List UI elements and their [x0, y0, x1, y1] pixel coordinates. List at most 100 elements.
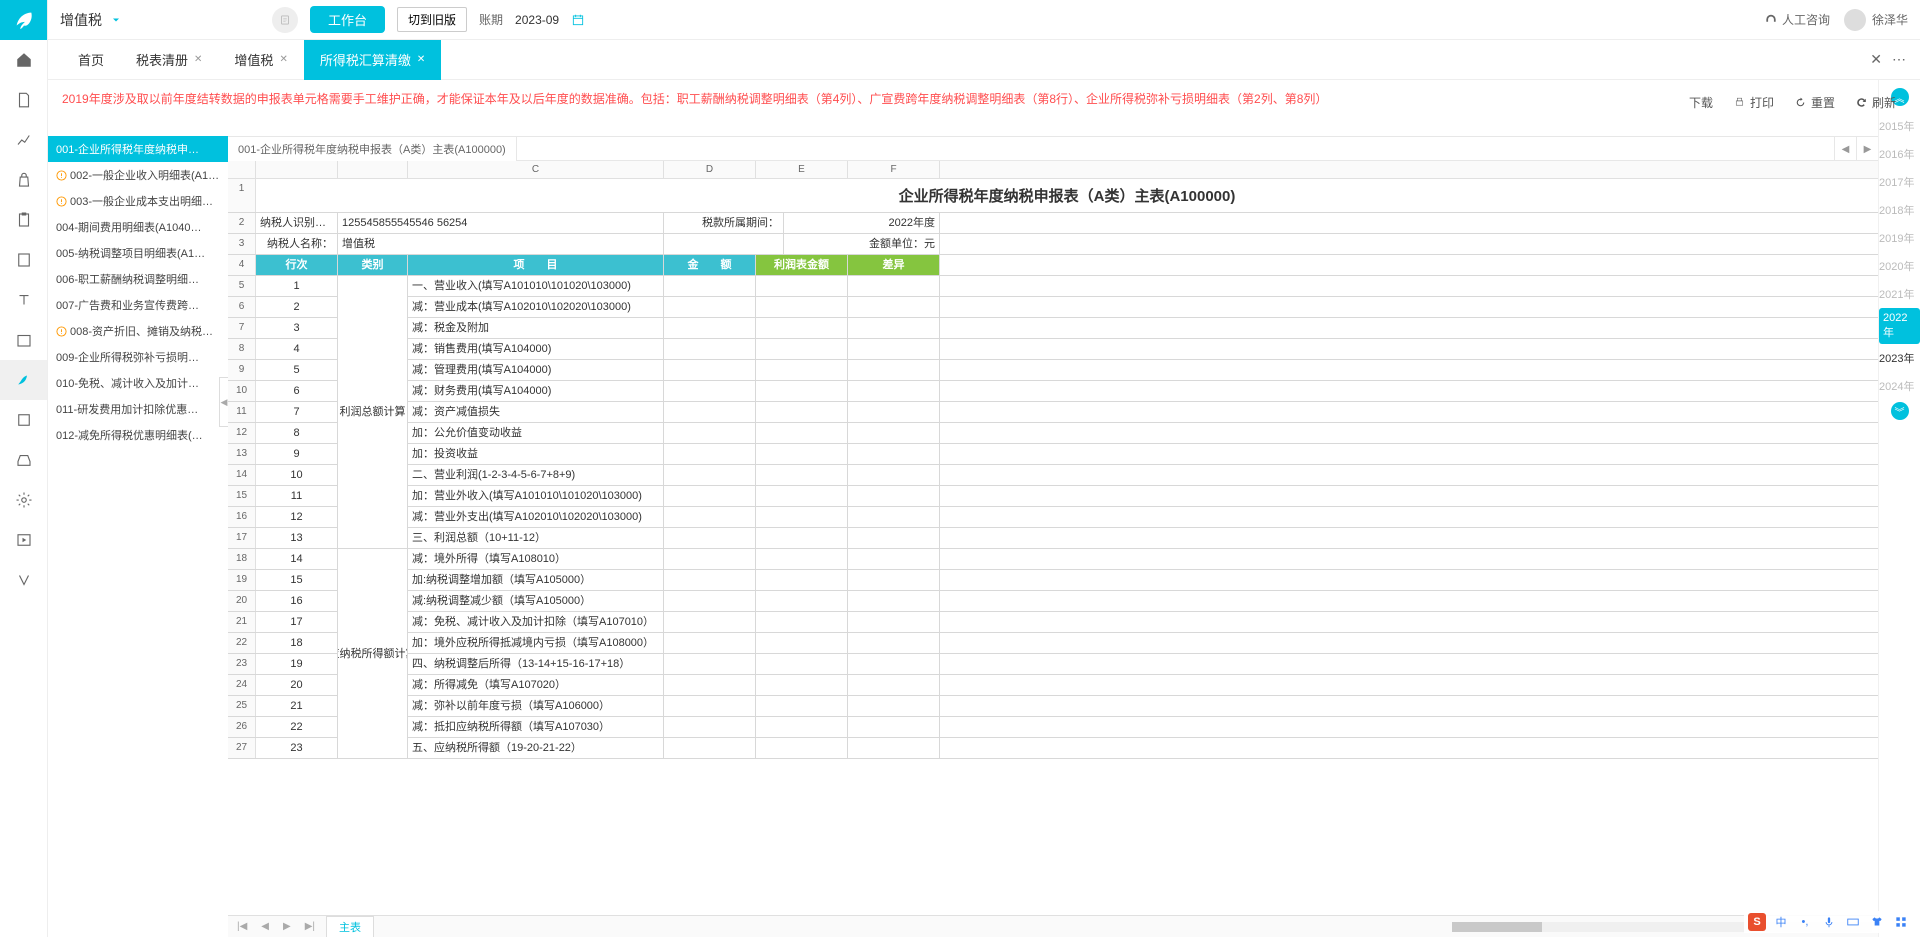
sheet-tab[interactable]: 001-企业所得税年度纳税申报表（A类）主表(A100000) [228, 137, 517, 161]
form-list-item[interactable]: 012-减免所得税优惠明细表(… [48, 422, 228, 448]
page-tab[interactable]: 增值税✕ [218, 40, 303, 80]
refresh-button[interactable]: 刷新 [1855, 94, 1896, 111]
year-item[interactable]: 2023年 [1879, 344, 1920, 372]
amount-cell[interactable] [664, 318, 756, 338]
year-item[interactable]: 2022年 [1879, 308, 1920, 344]
workbench-button[interactable]: 工作台 [310, 6, 385, 33]
amount-cell[interactable] [664, 297, 756, 317]
download-button[interactable]: 下载 [1672, 94, 1713, 111]
amount-cell[interactable] [664, 654, 756, 674]
plamount-cell[interactable] [756, 297, 848, 317]
plamount-cell[interactable] [756, 486, 848, 506]
page-tab[interactable]: 所得税汇算清缴✕ [304, 40, 441, 80]
amount-cell[interactable] [664, 675, 756, 695]
ime-punct-icon[interactable]: •, [1796, 913, 1814, 931]
amount-cell[interactable] [664, 612, 756, 632]
form-list-item[interactable]: 007-广告费和业务宣传费跨… [48, 292, 228, 318]
diff-cell[interactable] [848, 549, 940, 569]
consult-link[interactable]: 人工咨询 [1764, 11, 1830, 28]
plamount-cell[interactable] [756, 381, 848, 401]
amount-cell[interactable] [664, 570, 756, 590]
sheet-nav-next[interactable]: ▶ [280, 921, 294, 932]
amount-cell[interactable] [664, 276, 756, 296]
nav-t-icon[interactable] [0, 280, 47, 320]
amount-cell[interactable] [664, 696, 756, 716]
year-item[interactable]: 2020年 [1879, 252, 1920, 280]
year-item[interactable]: 2019年 [1879, 224, 1920, 252]
tab-close-icon[interactable]: ✕ [417, 54, 425, 65]
plamount-cell[interactable] [756, 549, 848, 569]
plamount-cell[interactable] [756, 444, 848, 464]
nav-bag-icon[interactable] [0, 160, 47, 200]
nav-play-icon[interactable] [0, 520, 47, 560]
plamount-cell[interactable] [756, 696, 848, 716]
bottom-sheet-tab[interactable]: 主表 [326, 916, 374, 937]
form-list-item[interactable]: 002-一般企业收入明细表(A1… [48, 162, 228, 188]
year-item[interactable]: 2015年 [1879, 112, 1920, 140]
amount-cell[interactable] [664, 528, 756, 548]
diff-cell[interactable] [848, 570, 940, 590]
form-list-item[interactable]: 006-职工薪酬纳税调整明细… [48, 266, 228, 292]
tab-close-icon[interactable]: ✕ [1870, 51, 1882, 68]
plamount-cell[interactable] [756, 591, 848, 611]
amount-cell[interactable] [664, 423, 756, 443]
page-tab[interactable]: 税表清册✕ [120, 40, 218, 80]
diff-cell[interactable] [848, 528, 940, 548]
year-item[interactable]: 2018年 [1879, 196, 1920, 224]
year-item[interactable]: 2017年 [1879, 168, 1920, 196]
diff-cell[interactable] [848, 318, 940, 338]
diff-cell[interactable] [848, 675, 940, 695]
form-list-item[interactable]: 008-资产折旧、摊销及纳税… [48, 318, 228, 344]
amount-cell[interactable] [664, 717, 756, 737]
amount-cell[interactable] [664, 507, 756, 527]
plamount-cell[interactable] [756, 465, 848, 485]
plamount-cell[interactable] [756, 423, 848, 443]
nav-clipboard-icon[interactable] [0, 200, 47, 240]
diff-cell[interactable] [848, 276, 940, 296]
ime-logo-icon[interactable]: S [1748, 913, 1766, 931]
diff-cell[interactable] [848, 339, 940, 359]
amount-cell[interactable] [664, 444, 756, 464]
diff-cell[interactable] [848, 738, 940, 758]
nav-settings-icon[interactable] [0, 480, 47, 520]
ime-toolbox-icon[interactable] [1892, 913, 1910, 931]
nav-archive-icon[interactable] [0, 400, 47, 440]
tab-close-icon[interactable]: ✕ [194, 54, 202, 65]
plamount-cell[interactable] [756, 633, 848, 653]
form-list-item[interactable]: 010-免税、减计收入及加计… [48, 370, 228, 396]
form-list-item[interactable]: 001-企业所得税年度纳税申… [48, 136, 228, 162]
print-button[interactable]: 打印 [1733, 94, 1774, 111]
diff-cell[interactable] [848, 381, 940, 401]
sheet-tab-prev[interactable]: ◀ [1834, 137, 1856, 161]
diff-cell[interactable] [848, 696, 940, 716]
ime-lang-icon[interactable]: 中 [1772, 913, 1790, 931]
sheet-nav-last[interactable]: ▶| [302, 921, 318, 932]
amount-cell[interactable] [664, 465, 756, 485]
nav-doc-icon[interactable] [0, 80, 47, 120]
diff-cell[interactable] [848, 423, 940, 443]
nav-v-icon[interactable] [0, 560, 47, 600]
amount-cell[interactable] [664, 360, 756, 380]
plamount-cell[interactable] [756, 654, 848, 674]
plamount-cell[interactable] [756, 318, 848, 338]
plamount-cell[interactable] [756, 507, 848, 527]
nav-tax-icon[interactable] [0, 360, 47, 400]
amount-cell[interactable] [664, 738, 756, 758]
calendar-icon[interactable] [571, 13, 585, 27]
form-list-item[interactable]: 011-研发费用加计扣除优惠… [48, 396, 228, 422]
plamount-cell[interactable] [756, 675, 848, 695]
diff-cell[interactable] [848, 444, 940, 464]
sheet-tab-next[interactable]: ▶ [1856, 137, 1878, 161]
switch-old-button[interactable]: 切到旧版 [397, 7, 467, 32]
diff-cell[interactable] [848, 591, 940, 611]
user-menu[interactable]: 徐泽华 [1844, 9, 1908, 31]
page-tab[interactable]: 首页 [62, 40, 120, 80]
plamount-cell[interactable] [756, 528, 848, 548]
app-logo[interactable] [0, 0, 47, 40]
amount-cell[interactable] [664, 633, 756, 653]
diff-cell[interactable] [848, 360, 940, 380]
reset-button[interactable]: 重置 [1794, 94, 1835, 111]
diff-cell[interactable] [848, 654, 940, 674]
plamount-cell[interactable] [756, 570, 848, 590]
tab-close-icon[interactable]: ✕ [279, 54, 287, 65]
